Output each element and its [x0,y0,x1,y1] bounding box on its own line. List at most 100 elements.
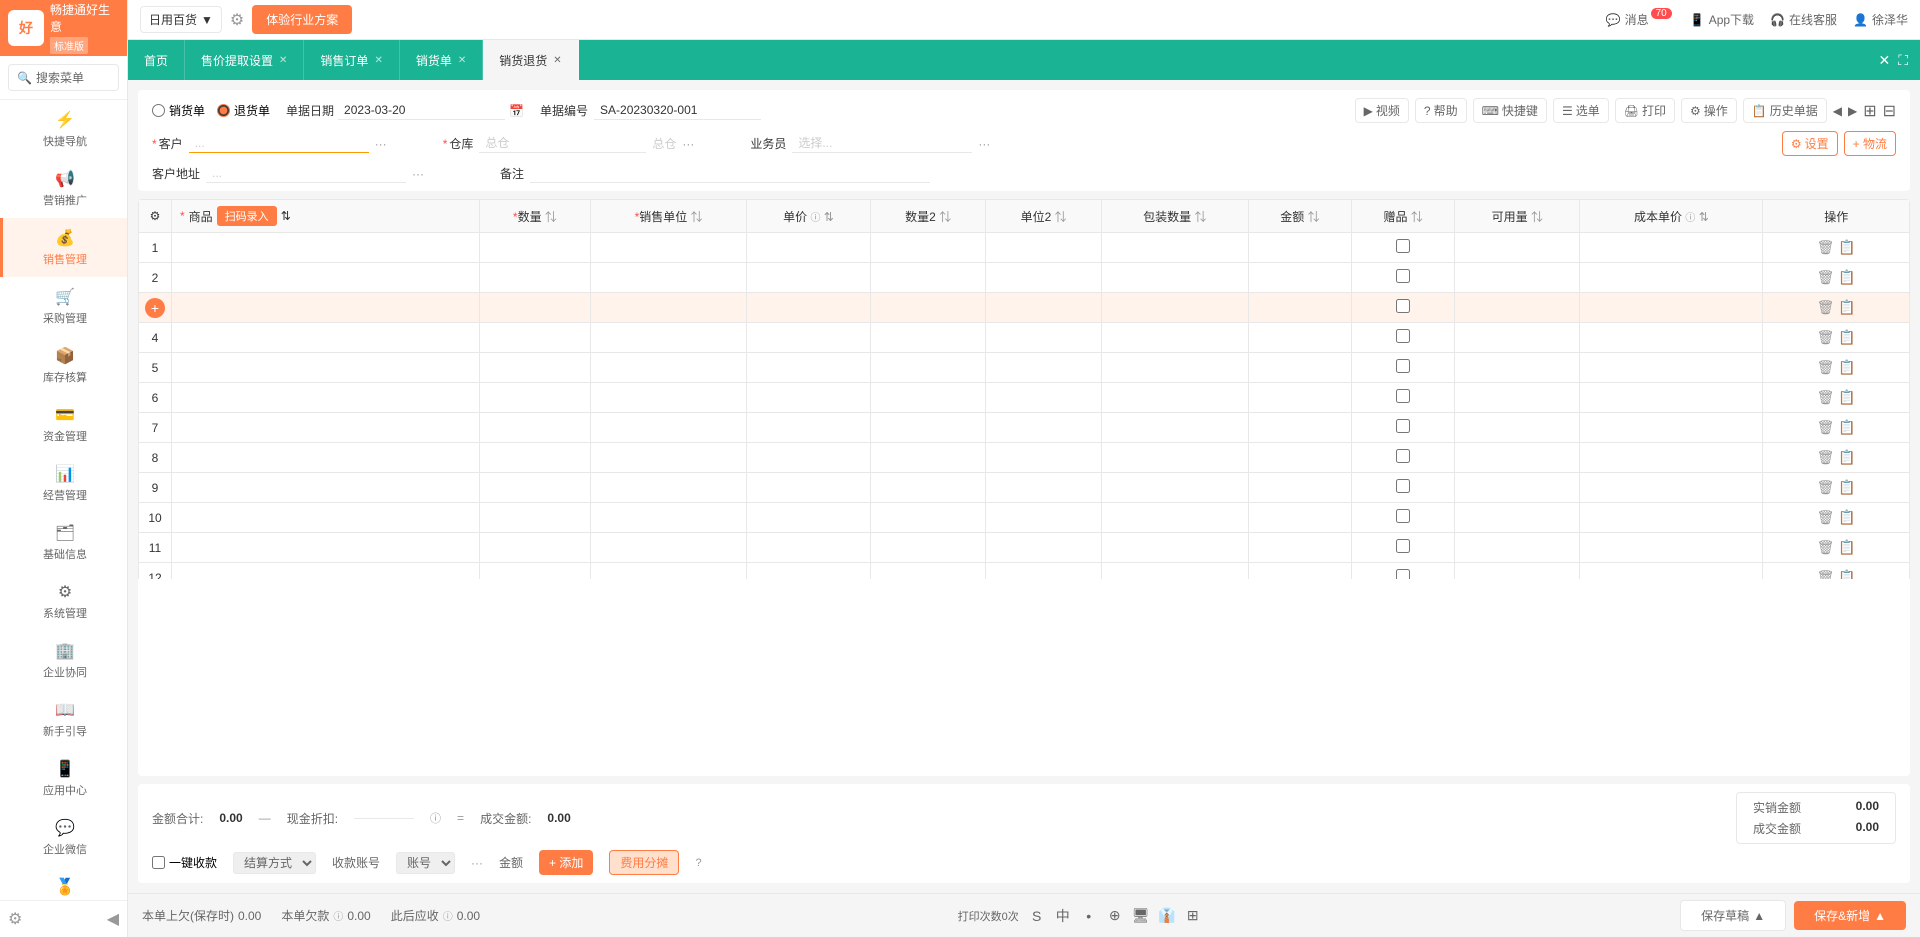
logistics-btn[interactable]: + 物流 [1844,131,1896,156]
tab-order-close-icon[interactable]: ✕ [374,55,382,66]
help-btn[interactable]: ? 帮助 [1415,98,1467,123]
radio-return-input[interactable] [217,104,230,117]
sidebar-search-area[interactable]: 🔍 搜索菜单 [0,56,127,100]
nav-prev-icon[interactable]: ◀ [1833,104,1842,118]
add-payment-btn[interactable]: + 添加 [539,850,593,875]
amount-more-icon[interactable]: ··· [471,856,483,870]
taskbar-icon-3[interactable]: • [1079,906,1099,926]
payment-checkbox[interactable] [152,856,165,869]
save-draft-btn[interactable]: 保存草稿 ▲ [1680,900,1786,931]
qty-cell-1[interactable] [479,233,591,263]
customer-input[interactable] [189,134,369,153]
copy-btn[interactable]: 📋 [1838,359,1855,376]
available-cell-3[interactable] [1455,293,1580,323]
taskbar-icon-5[interactable]: 🖥 [1131,906,1151,926]
salesperson-input[interactable] [792,134,972,153]
sidebar-item-apps[interactable]: 📱 应用中心 [0,749,127,808]
salesperson-more-icon[interactable]: ··· [978,137,990,151]
copy-btn[interactable]: 📋 [1838,479,1855,496]
user-info[interactable]: 👤 徐泽华 [1853,11,1908,28]
select-btn[interactable]: ☰ 选单 [1553,98,1609,123]
available-cell-1[interactable] [1455,233,1580,263]
app-download-btn[interactable]: 📱 App下载 [1690,11,1754,28]
sidebar-item-operation[interactable]: 📊 经营管理 [0,454,127,513]
sidebar-item-sales[interactable]: 💰 销售管理 [0,218,127,277]
account-select[interactable]: 账号 [396,852,455,874]
qty2-cell-2[interactable] [871,263,986,293]
sidebar-item-member[interactable]: 🏅 畅会员 [0,867,127,900]
delete-btn[interactable]: 🗑 [1817,389,1835,406]
nav-next-icon[interactable]: ▶ [1848,104,1857,118]
goods-cell-1[interactable] [172,233,480,263]
category-select[interactable]: 日用百货 ▼ [140,6,222,33]
address-input[interactable] [206,164,406,183]
gift-checkbox-3[interactable] [1396,299,1410,313]
customer-more-icon[interactable]: ··· [375,137,387,151]
unit2-cell-3[interactable] [986,293,1101,323]
history-btn[interactable]: 📋 历史单据 [1743,98,1827,123]
unit2-cell-1[interactable] [986,233,1101,263]
copy-row-2-btn[interactable]: 📋 [1838,269,1855,286]
delete-row-3-btn[interactable]: 🗑 [1817,299,1835,316]
tab-sales[interactable]: 销货单 ✕ [400,40,483,80]
experience-btn[interactable]: 体验行业方案 [252,5,352,34]
grid-list-icon[interactable]: ⊞ [1863,101,1876,121]
settings-btn[interactable]: ⚙ 设置 [1782,131,1838,156]
delete-btn[interactable]: 🗑 [1817,479,1835,496]
qty2-cell-1[interactable] [871,233,986,263]
collapse-btn[interactable]: ◀ [107,909,119,929]
gear-icon[interactable]: ⚙ [230,10,244,30]
radio-sales[interactable]: 销货单 [152,102,205,119]
delete-btn[interactable]: 🗑 [1817,449,1835,466]
delete-btn[interactable]: 🗑 [1817,569,1835,579]
one-click-payment-check[interactable]: 一键收款 [152,854,217,871]
gift-cell-1[interactable] [1352,233,1455,263]
copy-btn[interactable]: 📋 [1838,449,1855,466]
sales-unit-cell-2[interactable] [591,263,747,293]
search-btn[interactable]: 🔍 搜索菜单 [8,64,119,91]
date-input[interactable]: 2023-03-20 [338,101,505,120]
delete-row-2-btn[interactable]: 🗑 [1817,269,1835,286]
unit2-cell-2[interactable] [986,263,1101,293]
tab-price-close-icon[interactable]: ✕ [279,55,287,66]
unit-price-cell-1[interactable] [746,233,870,263]
cost-price-cell-2[interactable] [1580,263,1763,293]
sidebar-item-purchase[interactable]: 🛒 采购管理 [0,277,127,336]
qty2-cell-3[interactable] [871,293,986,323]
copy-btn[interactable]: 📋 [1838,509,1855,526]
amount-cell-2[interactable] [1248,263,1351,293]
sidebar-item-enterprise[interactable]: 🏢 企业协同 [0,631,127,690]
copy-btn[interactable]: 📋 [1838,329,1855,346]
radio-return[interactable]: 退货单 [217,102,270,119]
sidebar-item-marketing[interactable]: 📢 营销推广 [0,159,127,218]
radio-sales-input[interactable] [152,104,165,117]
unit-price-cell-3[interactable] [746,293,870,323]
taskbar-icon-4[interactable]: ⊕ [1105,906,1125,926]
gift-cell-2[interactable] [1352,263,1455,293]
add-row-btn[interactable]: + [145,298,165,318]
taskbar-icon-7[interactable]: ⊞ [1183,906,1203,926]
cost-price-cell-3[interactable] [1580,293,1763,323]
delete-row-1-btn[interactable]: 🗑 [1817,239,1835,256]
copy-btn[interactable]: 📋 [1838,389,1855,406]
sales-unit-cell-1[interactable] [591,233,747,263]
save-new-btn[interactable]: 保存&新增 ▲ [1794,901,1906,930]
delete-btn[interactable]: 🗑 [1817,419,1835,436]
warehouse-input[interactable] [479,134,646,153]
docnum-input[interactable] [594,101,761,120]
sales-unit-cell-3[interactable] [591,293,747,323]
sidebar-item-wechat[interactable]: 💬 企业微信 [0,808,127,867]
goods-cell-3[interactable] [172,293,480,323]
tab-sales-close-icon[interactable]: ✕ [458,55,466,66]
gift-checkbox-2[interactable] [1396,269,1410,283]
goods-cell-2[interactable] [172,263,480,293]
message-btn[interactable]: 💬 消息 70 [1606,11,1674,28]
sidebar-item-finance[interactable]: 💳 资金管理 [0,395,127,454]
amount-cell-3[interactable] [1248,293,1351,323]
copy-btn[interactable]: 📋 [1838,419,1855,436]
close-tab-btn[interactable]: ✕ [1878,52,1890,69]
operation-btn[interactable]: ⚙ 操作 [1681,98,1737,123]
warehouse-more-icon[interactable]: ··· [682,137,694,151]
tab-return[interactable]: 销货退货 ✕ [483,40,578,80]
shortcut-btn[interactable]: ⌨ 快捷键 [1473,98,1547,123]
